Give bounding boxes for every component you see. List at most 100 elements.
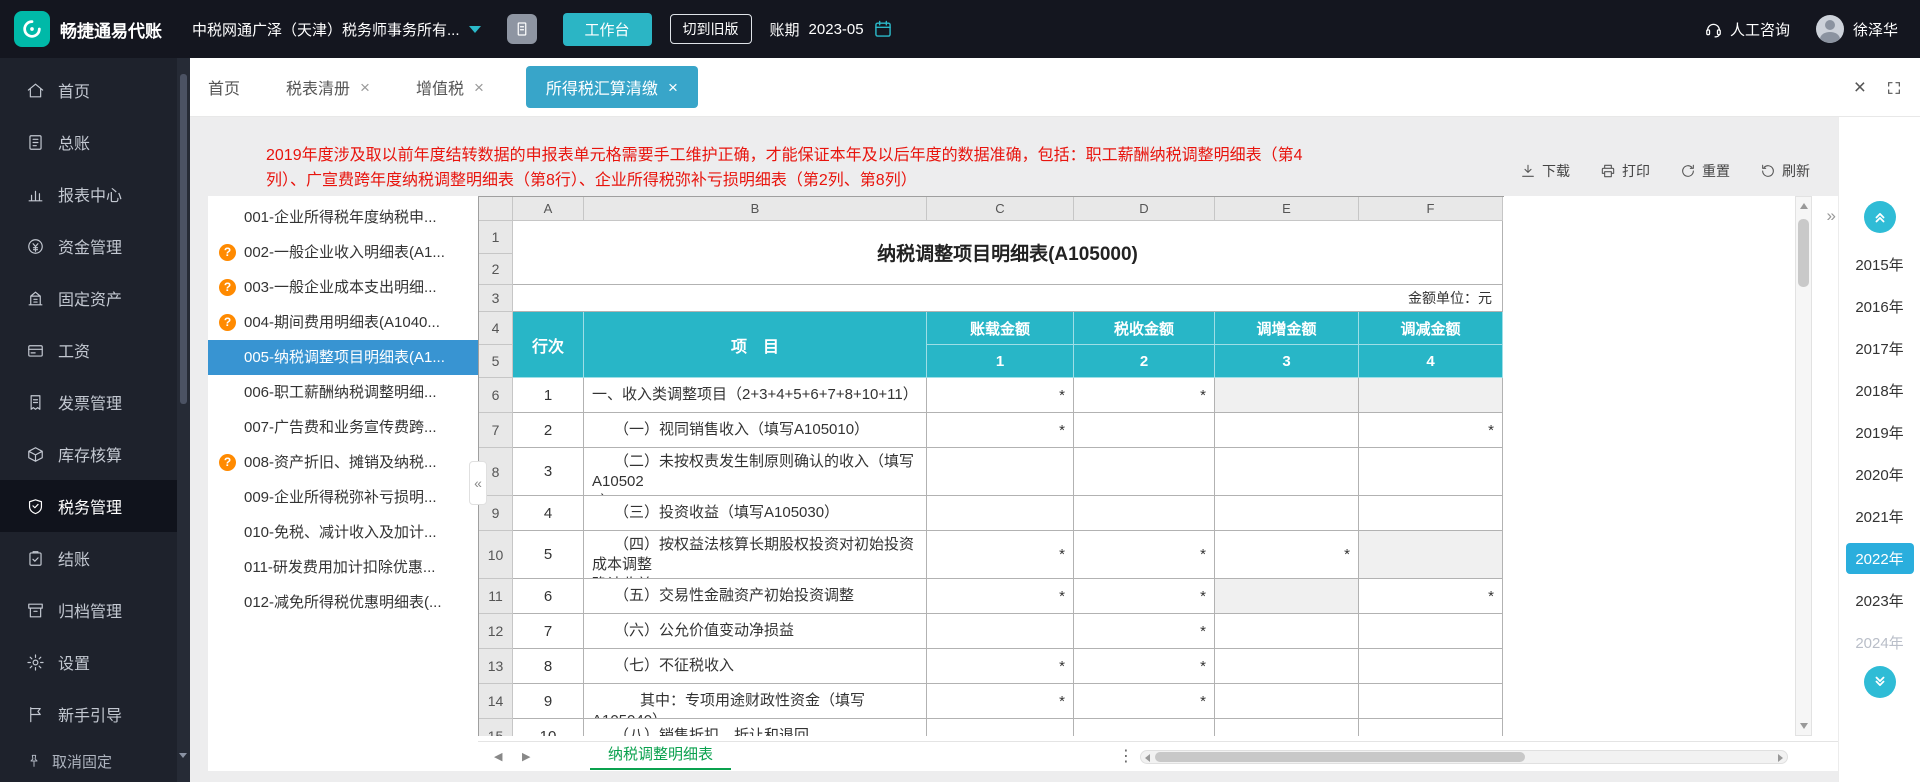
item-cell[interactable]: （三）投资收益（填写A105030） xyxy=(584,496,927,531)
value-cell[interactable]: * xyxy=(1074,531,1215,579)
form-list-item[interactable]: ? 002-一般企业收入明细表(A1... xyxy=(208,235,478,270)
value-cell[interactable]: * xyxy=(927,413,1074,448)
row-header-cell[interactable]: 7 xyxy=(479,413,513,448)
expand-panel-icon[interactable]: » xyxy=(1827,206,1836,226)
sidebar-item-general-ledger[interactable]: 总账 xyxy=(0,116,190,168)
row-header-cell[interactable]: 15 xyxy=(479,719,513,736)
value-cell[interactable] xyxy=(927,614,1074,649)
years-scroll-down-button[interactable] xyxy=(1864,666,1896,698)
row-header-cell[interactable]: 14 xyxy=(479,684,513,719)
form-list-item[interactable]: ? 003-一般企业成本支出明细... xyxy=(208,270,478,305)
sheet-more-icon[interactable]: ⋮ xyxy=(1118,746,1134,766)
item-cell[interactable]: （二）未按权责发生制原则确认的收入（填写A10502 0） xyxy=(584,448,927,496)
row-header-cell[interactable]: 1 xyxy=(479,221,513,254)
sidebar-item-home[interactable]: 首页 xyxy=(0,64,190,116)
user-name[interactable]: 徐泽华 xyxy=(1853,19,1898,40)
value-cell[interactable]: * xyxy=(1074,579,1215,614)
item-cell[interactable]: （四）按权益法核算长期股权投资对初始投资成本调整 确认收益 xyxy=(584,531,927,579)
row-header-cell[interactable]: 3 xyxy=(479,285,513,312)
line-no-cell[interactable]: 4 xyxy=(513,496,584,531)
document-badge-button[interactable] xyxy=(506,14,537,44)
year-item[interactable]: 2018年 xyxy=(1839,369,1920,411)
column-header-cell[interactable]: F xyxy=(1359,197,1503,221)
column-header-cell[interactable]: D xyxy=(1074,197,1215,221)
value-cell[interactable]: * xyxy=(1215,531,1359,579)
line-no-cell[interactable]: 1 xyxy=(513,378,584,413)
sidebar-item-guide[interactable]: 新手引导 xyxy=(0,688,190,740)
form-list-item[interactable]: ? 004-期间费用明细表(A1040... xyxy=(208,305,478,340)
row-header-cell[interactable]: 6 xyxy=(479,378,513,413)
value-cell[interactable] xyxy=(1359,531,1503,579)
form-list-item[interactable]: 001-企业所得税年度纳税申... xyxy=(208,200,478,235)
value-cell[interactable] xyxy=(927,448,1074,496)
row-header-cell[interactable]: 2 xyxy=(479,254,513,285)
unpin-button[interactable]: 取消固定 xyxy=(0,740,177,782)
item-cell[interactable]: （八）销售折扣、折让和退回 xyxy=(584,719,927,736)
year-item[interactable]: 2016年 xyxy=(1839,285,1920,327)
form-list-item[interactable]: ? 008-资产折旧、摊销及纳税... xyxy=(208,445,478,480)
scroll-down-icon[interactable] xyxy=(1800,723,1808,729)
support-button[interactable]: 人工咨询 xyxy=(1704,19,1790,40)
value-cell[interactable] xyxy=(927,496,1074,531)
sidebar-scroll-down-icon[interactable] xyxy=(179,753,187,758)
column-header-cell[interactable]: C xyxy=(927,197,1074,221)
value-cell[interactable] xyxy=(1215,684,1359,719)
form-list-item[interactable]: 009-企业所得税弥补亏损明... xyxy=(208,480,478,515)
year-item[interactable]: 2024年 xyxy=(1839,621,1920,663)
scroll-right-icon[interactable] xyxy=(1778,754,1783,762)
row-header-cell[interactable]: 13 xyxy=(479,649,513,684)
avatar[interactable] xyxy=(1815,15,1844,43)
value-cell[interactable] xyxy=(1359,448,1503,496)
help-icon[interactable]: ? xyxy=(219,314,236,331)
help-icon[interactable]: ? xyxy=(219,244,236,261)
refresh-button[interactable]: 刷新 xyxy=(1760,161,1810,181)
year-item[interactable]: 2021年 xyxy=(1839,495,1920,537)
row-header-cell[interactable]: 11 xyxy=(479,579,513,614)
value-cell[interactable] xyxy=(1074,413,1215,448)
tab-close-icon[interactable]: × xyxy=(474,79,484,96)
form-list-item[interactable]: 006-职工薪酬纳税调整明细... xyxy=(208,375,478,410)
form-list-item[interactable]: 010-免税、减计收入及加计... xyxy=(208,515,478,550)
vertical-scroll-thumb[interactable] xyxy=(1798,219,1809,287)
form-list-item[interactable]: 012-减免所得税优惠明细表(... xyxy=(208,585,478,620)
sidebar-item-settings[interactable]: 设置 xyxy=(0,636,190,688)
value-cell[interactable]: * xyxy=(1359,579,1503,614)
sidebar-scrollbar[interactable] xyxy=(177,58,190,782)
row-header-cell[interactable]: 4 xyxy=(479,312,513,345)
collapse-panel-handle[interactable]: « xyxy=(469,461,487,505)
column-header-cell[interactable]: E xyxy=(1215,197,1359,221)
item-cell[interactable]: （六）公允价值变动净损益 xyxy=(584,614,927,649)
value-cell[interactable]: * xyxy=(927,649,1074,684)
value-cell[interactable]: * xyxy=(1074,649,1215,684)
value-cell[interactable] xyxy=(1359,684,1503,719)
value-cell[interactable] xyxy=(1359,496,1503,531)
sidebar-item-archive[interactable]: 归档管理 xyxy=(0,584,190,636)
item-cell[interactable]: 其中：专项用途财政性资金（填写A105040） xyxy=(584,684,927,719)
value-cell[interactable]: * xyxy=(1074,614,1215,649)
year-item[interactable]: 2019年 xyxy=(1839,411,1920,453)
sidebar-item-report-center[interactable]: 报表中心 xyxy=(0,168,190,220)
help-icon[interactable]: ? xyxy=(219,454,236,471)
value-cell[interactable] xyxy=(1074,448,1215,496)
sheet-next-icon[interactable]: ▶ xyxy=(522,750,530,763)
column-header-cell[interactable]: A xyxy=(513,197,584,221)
sidebar-item-funds[interactable]: 资金管理 xyxy=(0,220,190,272)
sidebar-item-closing[interactable]: 结账 xyxy=(0,532,190,584)
item-cell[interactable]: 一、收入类调整项目（2+3+4+5+6+7+8+10+11） xyxy=(584,378,927,413)
value-cell[interactable] xyxy=(1215,649,1359,684)
line-no-cell[interactable]: 7 xyxy=(513,614,584,649)
tab-close-icon[interactable]: × xyxy=(360,79,370,96)
value-cell[interactable]: * xyxy=(927,579,1074,614)
sidebar-item-inventory[interactable]: 库存核算 xyxy=(0,428,190,480)
form-list-item[interactable]: 011-研发费用加计扣除优惠... xyxy=(208,550,478,585)
content-tab[interactable]: 增值税 × xyxy=(412,66,488,108)
value-cell[interactable]: * xyxy=(927,684,1074,719)
value-cell[interactable]: * xyxy=(1074,684,1215,719)
sheet-prev-icon[interactable]: ◀ xyxy=(494,750,502,763)
value-cell[interactable] xyxy=(927,719,1074,736)
row-header-cell[interactable]: 5 xyxy=(479,345,513,378)
form-list-item[interactable]: 007-广告费和业务宣传费跨... xyxy=(208,410,478,445)
value-cell[interactable]: * xyxy=(1074,378,1215,413)
value-cell[interactable] xyxy=(1359,649,1503,684)
horizontal-scrollbar[interactable] xyxy=(1140,750,1788,764)
